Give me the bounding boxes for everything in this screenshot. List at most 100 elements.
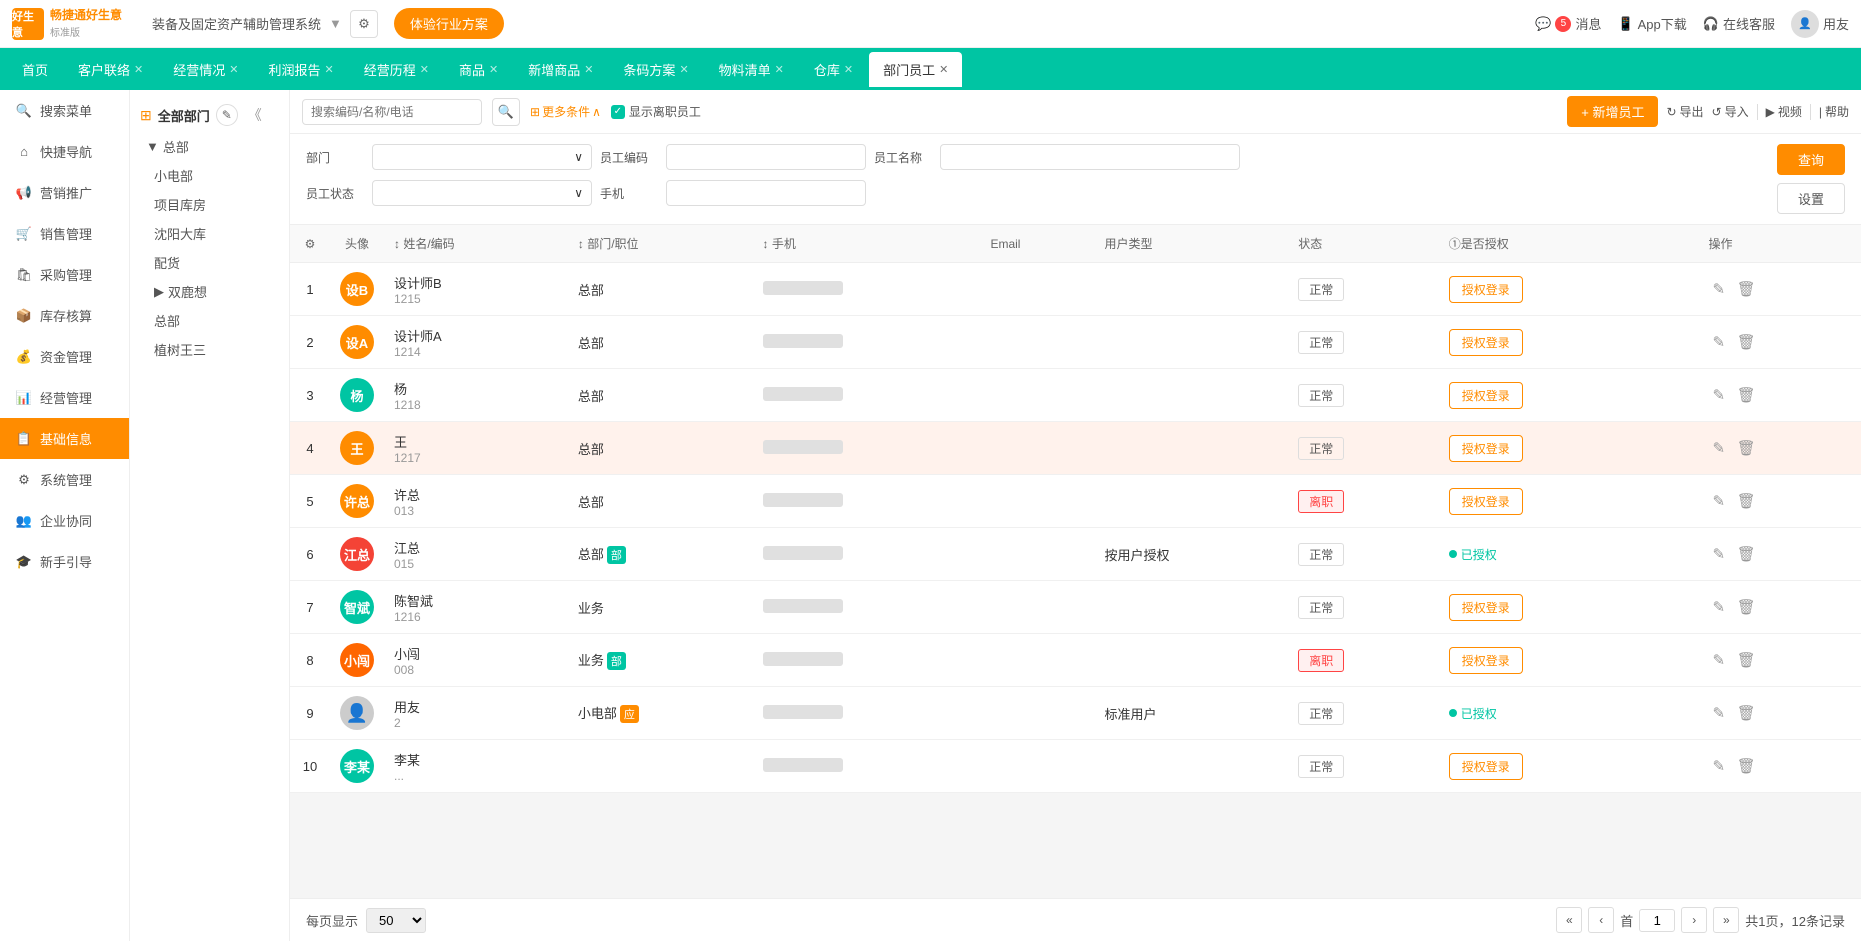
prev-page-button[interactable]: ‹: [1588, 907, 1614, 933]
auth-cell[interactable]: 授权登录: [1439, 263, 1653, 316]
auth-cell[interactable]: 已授权: [1439, 687, 1653, 740]
delete-button[interactable]: 🗑: [1733, 597, 1760, 618]
app-download-button[interactable]: 📱 App下载: [1617, 14, 1686, 33]
auth-button[interactable]: 授权登录: [1449, 276, 1523, 303]
delete-button[interactable]: 🗑: [1733, 332, 1760, 353]
tab-bom-close[interactable]: ✕: [775, 63, 784, 76]
tree-node-zongbu[interactable]: 总部: [130, 306, 289, 335]
query-button[interactable]: 查询: [1777, 144, 1845, 175]
message-button[interactable]: 💬 5 消息: [1535, 14, 1601, 33]
page-size-select[interactable]: 50 20 100: [366, 908, 426, 933]
add-employee-button[interactable]: + 新增员工: [1567, 96, 1658, 127]
tab-add-goods-close[interactable]: ✕: [584, 63, 593, 76]
edit-button[interactable]: ✎: [1709, 544, 1730, 565]
video-button[interactable]: ▶ 视频: [1766, 103, 1802, 120]
edit-button[interactable]: ✎: [1709, 756, 1730, 777]
tree-node-distribution[interactable]: 配货: [130, 248, 289, 277]
online-service-button[interactable]: 🎧 在线客服: [1703, 14, 1775, 33]
col-phone-header[interactable]: ↕ 手机: [753, 225, 981, 263]
tab-warehouse-close[interactable]: ✕: [844, 63, 853, 76]
sidebar-item-nav[interactable]: ⌂ 快捷导航: [0, 131, 129, 172]
sidebar-item-business[interactable]: 📊 经营管理: [0, 377, 129, 418]
auth-button[interactable]: 授权登录: [1449, 753, 1523, 780]
emp-code-input[interactable]: [666, 144, 866, 170]
gear-button[interactable]: ⚙: [350, 10, 378, 38]
tree-node-shenyang[interactable]: 沈阳大库: [130, 219, 289, 248]
auth-button[interactable]: 授权登录: [1449, 329, 1523, 356]
user-area[interactable]: 👤 用友: [1791, 10, 1849, 38]
tab-warehouse[interactable]: 仓库 ✕: [800, 52, 867, 87]
first-page-button[interactable]: «: [1556, 907, 1582, 933]
tab-customer[interactable]: 客户联络 ✕: [64, 52, 157, 87]
auth-cell[interactable]: 授权登录: [1439, 634, 1653, 687]
edit-button[interactable]: ✎: [1709, 332, 1730, 353]
auth-cell[interactable]: 授权登录: [1439, 316, 1653, 369]
next-page-button[interactable]: ›: [1681, 907, 1707, 933]
show-resigned-toggle[interactable]: ✓ 显示离职员工: [611, 103, 701, 120]
tree-node-general[interactable]: ▼ 总部: [130, 132, 289, 161]
tab-bom[interactable]: 物料清单 ✕: [705, 52, 798, 87]
edit-button[interactable]: ✎: [1709, 491, 1730, 512]
page-number-input[interactable]: [1639, 909, 1675, 932]
tab-barcode-close[interactable]: ✕: [679, 63, 688, 76]
tree-collapse-btn[interactable]: 《: [244, 104, 266, 126]
tree-node-project[interactable]: 项目库房: [130, 190, 289, 219]
auth-cell[interactable]: 授权登录: [1439, 581, 1653, 634]
tab-profit-close[interactable]: ✕: [325, 63, 334, 76]
tab-operation[interactable]: 经营情况 ✕: [159, 52, 252, 87]
sidebar-item-collab[interactable]: 👥 企业协同: [0, 500, 129, 541]
search-input[interactable]: [302, 99, 482, 125]
tab-goods[interactable]: 商品 ✕: [445, 52, 512, 87]
tab-add-goods[interactable]: 新增商品 ✕: [514, 52, 607, 87]
delete-button[interactable]: 🗑: [1733, 703, 1760, 724]
delete-button[interactable]: 🗑: [1733, 385, 1760, 406]
sidebar-item-sales[interactable]: 🛒 销售管理: [0, 213, 129, 254]
sidebar-item-search[interactable]: 🔍 搜索菜单: [0, 90, 129, 131]
auth-cell[interactable]: 已授权: [1439, 528, 1653, 581]
edit-button[interactable]: ✎: [1709, 597, 1730, 618]
auth-cell[interactable]: 授权登录: [1439, 369, 1653, 422]
sidebar-item-guide[interactable]: 🎓 新手引导: [0, 541, 129, 582]
tab-goods-close[interactable]: ✕: [489, 63, 498, 76]
auth-cell[interactable]: 授权登录: [1439, 422, 1653, 475]
tab-operation-close[interactable]: ✕: [229, 63, 238, 76]
emp-name-input[interactable]: [940, 144, 1240, 170]
sidebar-item-purchase[interactable]: 🛍 采购管理: [0, 254, 129, 295]
auth-button[interactable]: 授权登录: [1449, 382, 1523, 409]
dropdown-arrow-icon[interactable]: ▼: [329, 16, 342, 31]
tab-department[interactable]: 部门员工 ✕: [869, 52, 962, 87]
edit-button[interactable]: ✎: [1709, 385, 1730, 406]
tree-edit-btn[interactable]: ✎: [216, 104, 238, 126]
delete-button[interactable]: 🗑: [1733, 279, 1760, 300]
edit-button[interactable]: ✎: [1709, 650, 1730, 671]
sidebar-item-finance[interactable]: 💰 资金管理: [0, 336, 129, 377]
edit-button[interactable]: ✎: [1709, 438, 1730, 459]
col-name-header[interactable]: ↕ 姓名/编码: [384, 225, 568, 263]
col-dept-header[interactable]: ↕ 部门/职位: [568, 225, 753, 263]
help-button[interactable]: | 帮助: [1819, 103, 1849, 120]
more-condition-button[interactable]: ⊞ 更多条件 ∧: [530, 103, 601, 120]
import-button[interactable]: ↺ 导入: [1712, 103, 1749, 120]
auth-button[interactable]: 授权登录: [1449, 435, 1523, 462]
export-button[interactable]: ↻ 导出: [1666, 103, 1703, 120]
sidebar-item-marketing[interactable]: 📢 营销推广: [0, 172, 129, 213]
delete-button[interactable]: 🗑: [1733, 544, 1760, 565]
tab-history-close[interactable]: ✕: [420, 63, 429, 76]
auth-cell[interactable]: 授权登录: [1439, 475, 1653, 528]
tab-barcode[interactable]: 条码方案 ✕: [609, 52, 702, 87]
sidebar-item-inventory[interactable]: 📦 库存核算: [0, 295, 129, 336]
tab-history[interactable]: 经营历程 ✕: [350, 52, 443, 87]
sidebar-item-system[interactable]: ⚙ 系统管理: [0, 459, 129, 500]
col-settings[interactable]: ⚙: [290, 225, 330, 263]
auth-button[interactable]: 授权登录: [1449, 488, 1523, 515]
emp-status-select[interactable]: ∨: [372, 180, 592, 206]
tab-department-close[interactable]: ✕: [939, 63, 948, 76]
tree-node-xd[interactable]: 小电部: [130, 161, 289, 190]
auth-button[interactable]: 授权登录: [1449, 594, 1523, 621]
edit-button[interactable]: ✎: [1709, 703, 1730, 724]
dept-select[interactable]: ∨: [372, 144, 592, 170]
tab-home[interactable]: 首页: [8, 52, 62, 87]
last-page-button[interactable]: »: [1713, 907, 1739, 933]
phone-input[interactable]: [666, 180, 866, 206]
delete-button[interactable]: 🗑: [1733, 438, 1760, 459]
